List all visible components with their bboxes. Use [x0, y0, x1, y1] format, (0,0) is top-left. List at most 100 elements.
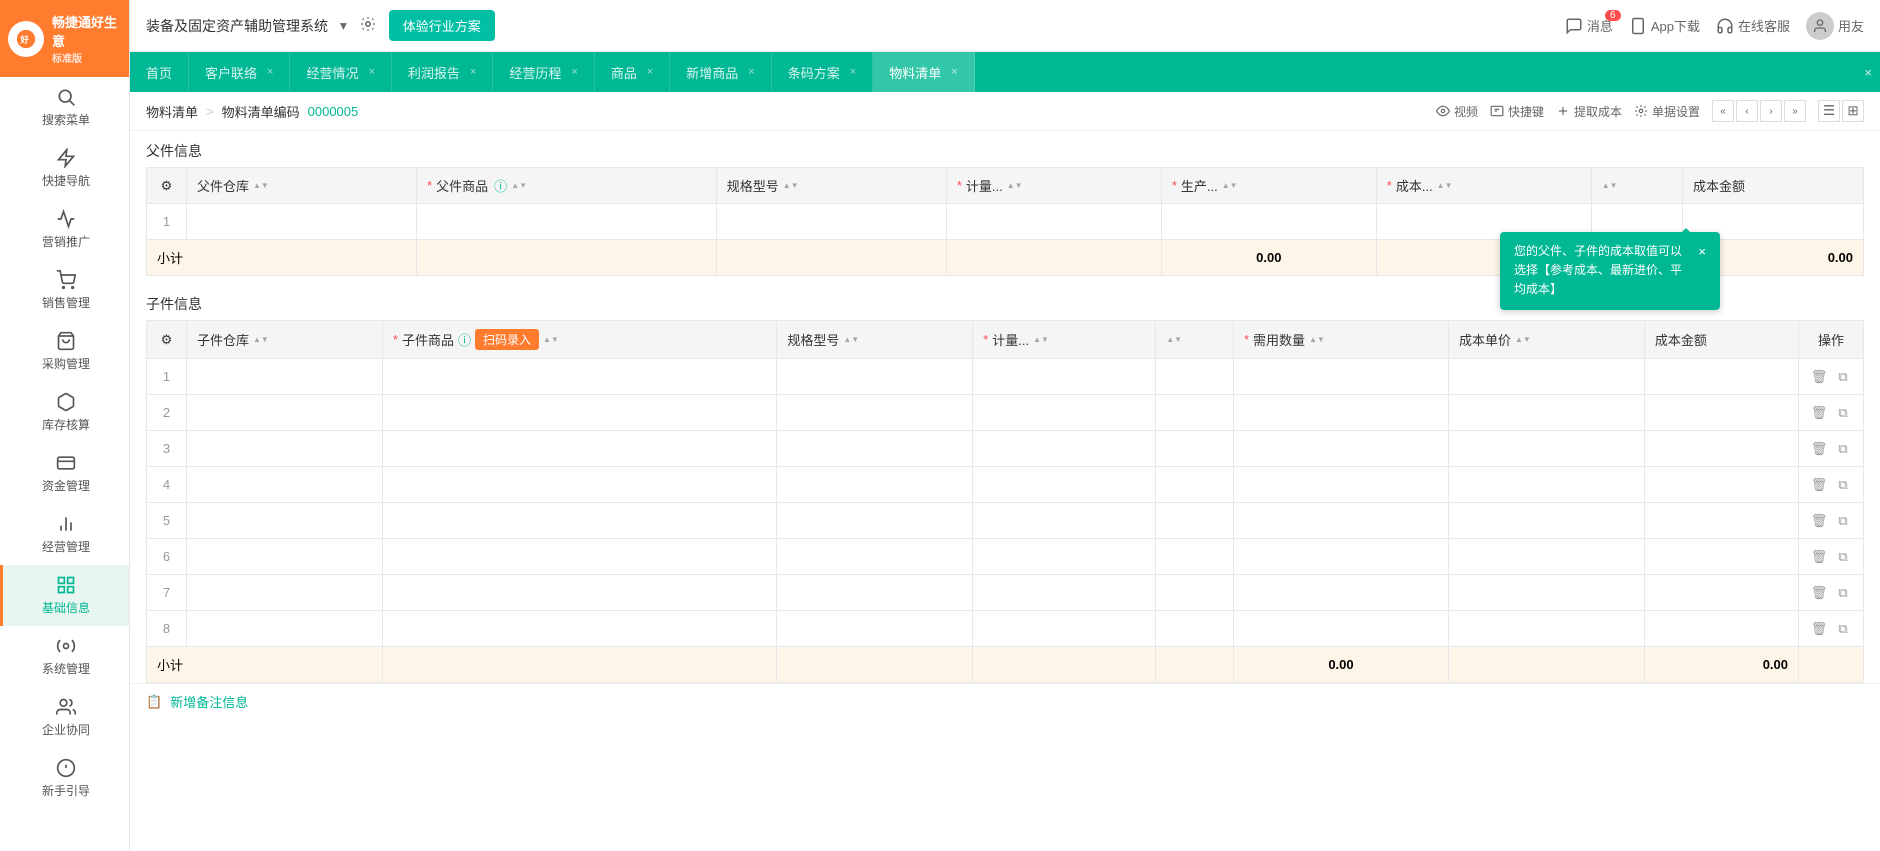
sidebar-item-inventory[interactable]: 库存核算 — [0, 382, 129, 443]
child-row-6-qty[interactable] — [1233, 539, 1448, 575]
tab-customer-close[interactable]: × — [267, 66, 273, 78]
copy-icon-row-4[interactable]: ⧉ — [1833, 475, 1853, 495]
tooltip-close-btn[interactable]: × — [1698, 242, 1706, 263]
parent-th-settings[interactable]: ⚙ — [147, 168, 187, 204]
child-row-3-unit-price[interactable] — [1449, 431, 1645, 467]
child-row-8-warehouse[interactable] — [187, 611, 383, 647]
sidebar-item-search[interactable]: 搜索菜单 — [0, 77, 129, 138]
child-row-6-unit-price[interactable] — [1449, 539, 1645, 575]
parent-row-1-spec[interactable] — [716, 204, 946, 240]
copy-icon-row-2[interactable]: ⧉ — [1833, 403, 1853, 423]
child-row-6-warehouse[interactable] — [187, 539, 383, 575]
child-row-4-spec[interactable] — [777, 467, 973, 503]
child-row-3-unit[interactable] — [973, 431, 1156, 467]
child-row-2-spec[interactable] — [777, 395, 973, 431]
child-row-7-unit[interactable] — [973, 575, 1156, 611]
parent-row-1-unit[interactable] — [946, 204, 1161, 240]
tab-business-close[interactable]: × — [368, 66, 374, 78]
child-row-7-qty[interactable] — [1233, 575, 1448, 611]
child-row-2-qty[interactable] — [1233, 395, 1448, 431]
tab-history[interactable]: 经营历程 × — [493, 52, 594, 92]
child-row-3-goods[interactable] — [382, 431, 776, 467]
child-row-2-warehouse[interactable] — [187, 395, 383, 431]
child-row-1-unit[interactable] — [973, 359, 1156, 395]
user-btn[interactable]: 用友 — [1806, 12, 1864, 40]
copy-icon-row-6[interactable]: ⧉ — [1833, 547, 1853, 567]
sidebar-item-sales[interactable]: 销售管理 — [0, 260, 129, 321]
sidebar-item-basic-info[interactable]: 基础信息 — [0, 565, 129, 626]
sidebar-item-quick-nav[interactable]: 快捷导航 — [0, 138, 129, 199]
single-settings-btn[interactable]: 单据设置 — [1634, 103, 1700, 120]
sidebar-item-purchase[interactable]: 采购管理 — [0, 321, 129, 382]
tab-new-goods-close[interactable]: × — [748, 66, 754, 78]
child-row-5-extra[interactable] — [1156, 503, 1234, 539]
tab-barcode-close[interactable]: × — [850, 66, 856, 78]
child-row-3-extra[interactable] — [1156, 431, 1234, 467]
sidebar-item-guide[interactable]: 新手引导 — [0, 748, 129, 809]
child-row-4-goods[interactable] — [382, 467, 776, 503]
child-row-8-unit-price[interactable] — [1449, 611, 1645, 647]
copy-icon-row-7[interactable]: ⧉ — [1833, 583, 1853, 603]
sidebar-item-operations[interactable]: 经营管理 — [0, 504, 129, 565]
scan-input-btn[interactable]: 扫码录入 — [475, 329, 539, 350]
message-btn[interactable]: 消息 6 — [1565, 16, 1613, 35]
child-row-2-unit[interactable] — [973, 395, 1156, 431]
child-row-4-unit[interactable] — [973, 467, 1156, 503]
child-row-3-qty[interactable] — [1233, 431, 1448, 467]
parent-row-1-warehouse[interactable] — [187, 204, 417, 240]
tab-area-close[interactable]: × — [1856, 52, 1880, 92]
tab-goods-close[interactable]: × — [647, 66, 653, 78]
child-row-5-unit[interactable] — [973, 503, 1156, 539]
copy-icon-row-8[interactable]: ⧉ — [1833, 619, 1853, 639]
list-view-btn[interactable]: ☰ — [1818, 100, 1840, 122]
child-row-1-spec[interactable] — [777, 359, 973, 395]
child-row-7-goods[interactable] — [382, 575, 776, 611]
child-row-7-unit-price[interactable] — [1449, 575, 1645, 611]
child-row-7-warehouse[interactable] — [187, 575, 383, 611]
delete-icon-row-1[interactable]: 🗑 — [1809, 367, 1829, 387]
child-row-4-qty[interactable] — [1233, 467, 1448, 503]
child-row-5-qty[interactable] — [1233, 503, 1448, 539]
tab-customer[interactable]: 客户联络 × — [189, 52, 290, 92]
child-row-5-goods[interactable] — [382, 503, 776, 539]
sidebar-item-marketing[interactable]: 营销推广 — [0, 199, 129, 260]
child-row-8-spec[interactable] — [777, 611, 973, 647]
child-row-3-spec[interactable] — [777, 431, 973, 467]
parent-row-1-production[interactable] — [1161, 204, 1376, 240]
copy-icon-row-3[interactable]: ⧉ — [1833, 439, 1853, 459]
sidebar-item-system[interactable]: 系统管理 — [0, 626, 129, 687]
tab-goods[interactable]: 商品 × — [595, 52, 670, 92]
child-row-8-extra[interactable] — [1156, 611, 1234, 647]
child-row-4-warehouse[interactable] — [187, 467, 383, 503]
child-row-1-qty[interactable] — [1233, 359, 1448, 395]
bottom-label[interactable]: 新增备注信息 — [170, 692, 248, 711]
child-row-7-spec[interactable] — [777, 575, 973, 611]
copy-icon-row-5[interactable]: ⧉ — [1833, 511, 1853, 531]
child-row-1-warehouse[interactable] — [187, 359, 383, 395]
delete-icon-row-8[interactable]: 🗑 — [1809, 619, 1829, 639]
parent-row-1-goods[interactable] — [417, 204, 717, 240]
tab-profit-close[interactable]: × — [470, 66, 476, 78]
nav-prev-prev[interactable]: « — [1712, 100, 1734, 122]
child-row-5-spec[interactable] — [777, 503, 973, 539]
nav-next[interactable]: › — [1760, 100, 1782, 122]
tab-bom[interactable]: 物料清单 × — [873, 52, 974, 92]
tab-profit[interactable]: 利润报告 × — [392, 52, 493, 92]
copy-icon-row-1[interactable]: ⧉ — [1833, 367, 1853, 387]
settings-btn[interactable] — [359, 15, 377, 36]
child-row-1-unit-price[interactable] — [1449, 359, 1645, 395]
child-row-3-warehouse[interactable] — [187, 431, 383, 467]
child-row-4-unit-price[interactable] — [1449, 467, 1645, 503]
delete-icon-row-3[interactable]: 🗑 — [1809, 439, 1829, 459]
child-row-1-goods[interactable] — [382, 359, 776, 395]
child-row-8-qty[interactable] — [1233, 611, 1448, 647]
tab-bom-close[interactable]: × — [951, 66, 957, 78]
trial-btn[interactable]: 体验行业方案 — [389, 10, 495, 41]
tab-new-goods[interactable]: 新增商品 × — [670, 52, 771, 92]
shortcut-btn[interactable]: 快捷键 — [1490, 103, 1544, 120]
child-row-2-goods[interactable] — [382, 395, 776, 431]
view-btn[interactable]: 视频 — [1436, 103, 1478, 120]
child-row-8-goods[interactable] — [382, 611, 776, 647]
child-row-6-extra[interactable] — [1156, 539, 1234, 575]
app-download-btn[interactable]: App下载 — [1629, 16, 1700, 35]
